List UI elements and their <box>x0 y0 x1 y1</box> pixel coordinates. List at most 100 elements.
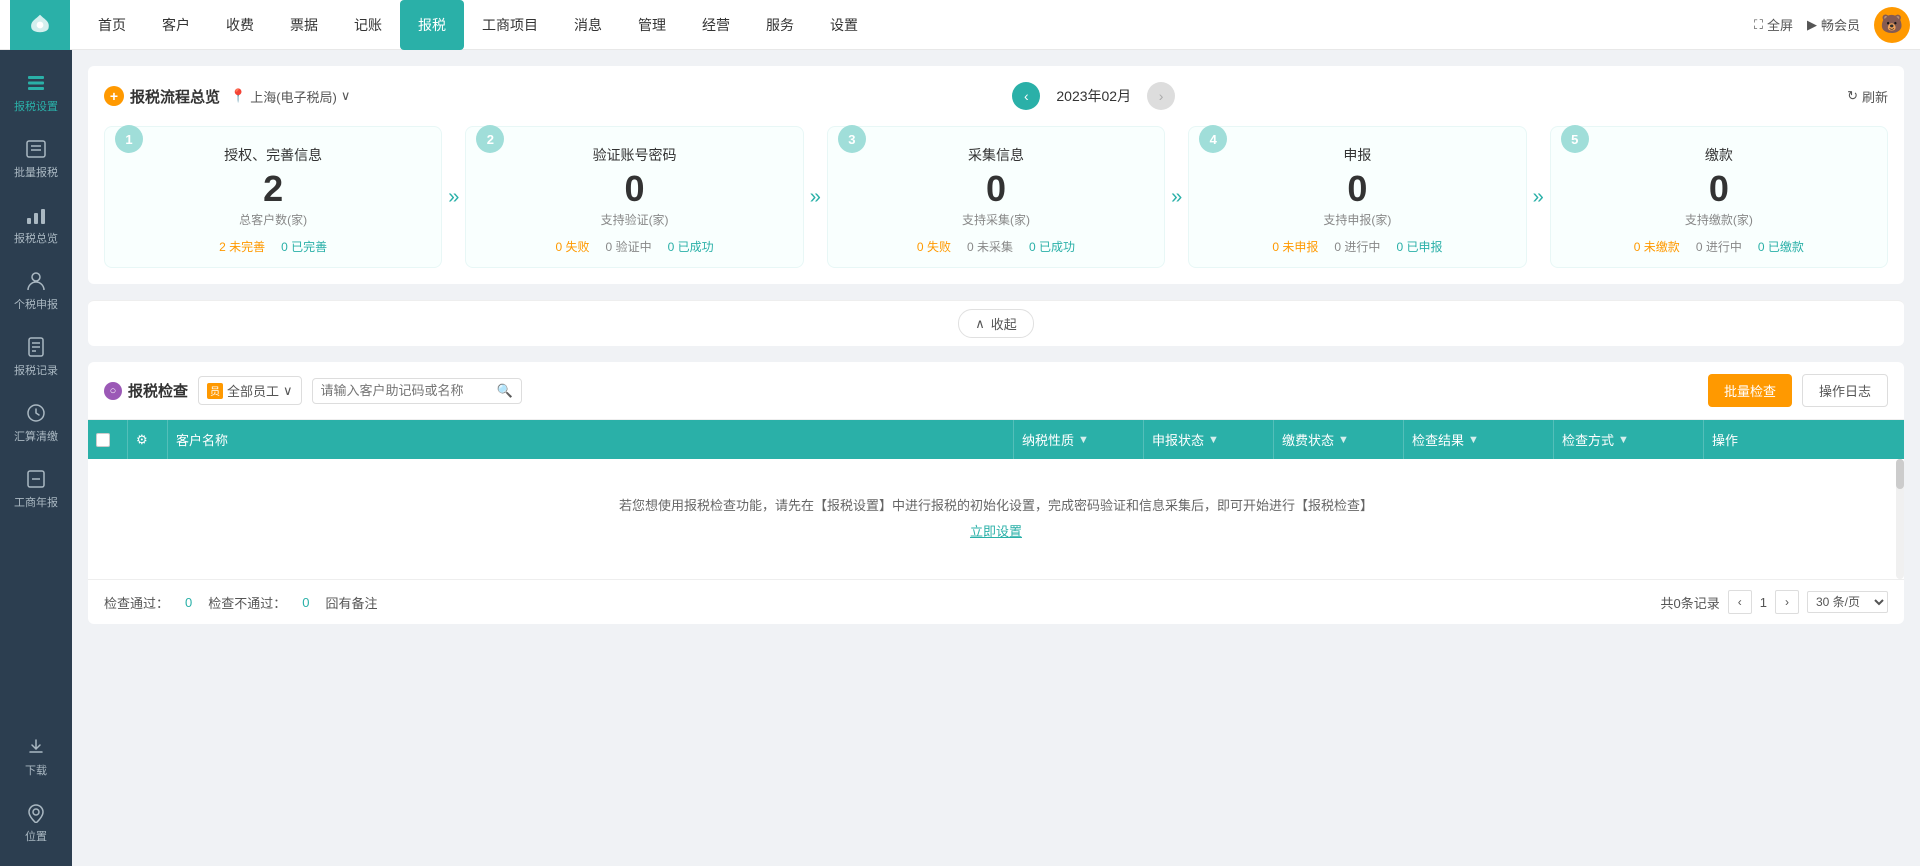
step-2-stat-ok[interactable]: 0 已成功 <box>668 238 714 255</box>
check-actions: 批量检查 操作日志 <box>1708 374 1888 407</box>
step-1-stat-fail[interactable]: 2 未完善 <box>219 238 265 255</box>
search-input[interactable] <box>321 383 491 398</box>
nav-manage[interactable]: 管理 <box>620 0 684 50</box>
step-stats-3: 0 失败 0 未采集 0 已成功 <box>917 238 1075 255</box>
sidebar-label-annual-settlement: 汇算清缴 <box>14 428 58 444</box>
setup-link[interactable]: 立即设置 <box>970 519 1022 545</box>
refresh-btn[interactable]: ↻ 刷新 <box>1847 87 1888 106</box>
arrow-1-2: » <box>442 126 465 268</box>
collapse-btn[interactable]: ∧ 收起 <box>958 309 1034 338</box>
scrollbar-thumb[interactable] <box>1896 459 1904 489</box>
main-layout: 报税设置 批量报税 报税总览 个税申报 报税记录 <box>0 50 1920 866</box>
prev-page-btn[interactable]: ‹ <box>1728 590 1752 614</box>
personal-tax-icon <box>25 270 47 292</box>
filter-icon-declare[interactable]: ▼ <box>1208 434 1219 446</box>
filter-icon-method[interactable]: ▼ <box>1618 434 1629 446</box>
step-1-stat-ok[interactable]: 0 已完善 <box>281 238 327 255</box>
nav-service[interactable]: 服务 <box>748 0 812 50</box>
overview-location[interactable]: 📍 上海(电子税局) ∨ <box>230 87 350 106</box>
search-box[interactable]: 🔍 <box>312 378 522 404</box>
step-4-stat-mid[interactable]: 0 进行中 <box>1334 238 1380 255</box>
nav-fee[interactable]: 收费 <box>208 0 272 50</box>
nav-customer[interactable]: 客户 <box>144 0 208 50</box>
overview-title: + 报税流程总览 <box>104 86 220 107</box>
footer-right: 共0条记录 ‹ 1 › 30 条/页50 条/页100 条/页 <box>1661 590 1888 614</box>
col-pay-status: 缴费状态 ▼ <box>1274 420 1404 459</box>
step-1-fail-label: 未完善 <box>229 240 265 254</box>
nav-settings[interactable]: 设置 <box>812 0 876 50</box>
col-checkbox[interactable] <box>88 420 128 459</box>
sidebar-item-personal-tax[interactable]: 个税申报 <box>0 258 72 324</box>
nav-bookkeeping[interactable]: 记账 <box>336 0 400 50</box>
next-page-btn[interactable]: › <box>1775 590 1799 614</box>
step-3-stat-ok[interactable]: 0 已成功 <box>1029 238 1075 255</box>
nav-tax[interactable]: 报税 <box>400 0 464 50</box>
mascot-icon[interactable]: 🐻 <box>1874 7 1910 43</box>
collapse-label: 收起 <box>991 314 1017 333</box>
overview-location-text: 上海(电子税局) <box>250 87 337 106</box>
table-footer: 检查通过： 0 检查不通过： 0 囧有备注 共0条记录 ‹ 1 › 30 条/页… <box>88 579 1904 624</box>
col-settings[interactable]: ⚙ <box>128 420 168 459</box>
col-check-result: 检查结果 ▼ <box>1404 420 1554 459</box>
filter-icon-tax[interactable]: ▼ <box>1078 434 1089 446</box>
download-icon <box>25 736 47 758</box>
step-number-3: 3 <box>838 125 866 153</box>
step-big-2: 0 <box>625 171 645 207</box>
sidebar-item-annual-settlement[interactable]: 汇算清缴 <box>0 390 72 456</box>
arrow-2-3: » <box>804 126 827 268</box>
step-card-1: 1 授权、完善信息 2 总客户数(家) 2 未完善 0 已完善 <box>104 126 442 268</box>
next-month-btn[interactable]: › <box>1147 82 1175 110</box>
step-4-stat-fail[interactable]: 0 未申报 <box>1272 238 1318 255</box>
per-page-select[interactable]: 30 条/页50 条/页100 条/页 <box>1807 591 1888 613</box>
vip-label: 畅会员 <box>1821 15 1860 34</box>
step-3-stat-mid[interactable]: 0 未采集 <box>967 238 1013 255</box>
step-title-3: 采集信息 <box>968 145 1024 165</box>
step-5-stat-mid[interactable]: 0 进行中 <box>1696 238 1742 255</box>
sidebar-item-tax-settings[interactable]: 报税设置 <box>0 60 72 126</box>
batch-check-btn[interactable]: 批量检查 <box>1708 374 1792 407</box>
step-sub-5: 支持缴款(家) <box>1685 211 1753 228</box>
filter-icon-result[interactable]: ▼ <box>1468 434 1479 446</box>
step-number-1: 1 <box>115 125 143 153</box>
step-5-stat-fail[interactable]: 0 未缴款 <box>1634 238 1680 255</box>
step-2-stat-fail[interactable]: 0 失败 <box>556 238 590 255</box>
app-logo[interactable] <box>10 0 70 50</box>
sidebar-bottom: 下载 位置 <box>0 724 72 866</box>
col-tax-label: 纳税性质 <box>1022 430 1074 449</box>
check-failed-value[interactable]: 0 <box>302 595 309 610</box>
prev-month-btn[interactable]: ‹ <box>1012 82 1040 110</box>
nav-business[interactable]: 工商项目 <box>464 0 556 50</box>
filter-icon-pay[interactable]: ▼ <box>1338 434 1349 446</box>
col-result-label: 检查结果 <box>1412 430 1464 449</box>
sidebar-item-tax-overview[interactable]: 报税总览 <box>0 192 72 258</box>
sidebar-label-personal-tax: 个税申报 <box>14 296 58 312</box>
vip-btn[interactable]: ▶ 畅会员 <box>1807 15 1860 34</box>
step-stats-1: 2 未完善 0 已完善 <box>219 238 327 255</box>
employee-select[interactable]: 员 全部员工 ∨ <box>198 376 302 405</box>
nav-operation[interactable]: 经营 <box>684 0 748 50</box>
step-4-stat-ok[interactable]: 0 已申报 <box>1396 238 1442 255</box>
check-passed-value[interactable]: 0 <box>185 595 192 610</box>
step-sub-4: 支持申报(家) <box>1323 211 1391 228</box>
nav-message[interactable]: 消息 <box>556 0 620 50</box>
step-3-stat-fail[interactable]: 0 失败 <box>917 238 951 255</box>
check-failed-label: 检查不通过： <box>208 593 286 612</box>
arrow-4-5: » <box>1527 126 1550 268</box>
step-5-stat-ok[interactable]: 0 已缴款 <box>1758 238 1804 255</box>
sidebar-item-tax-record[interactable]: 报税记录 <box>0 324 72 390</box>
sidebar-item-batch-tax[interactable]: 批量报税 <box>0 126 72 192</box>
sidebar-item-annual-report[interactable]: 工商年报 <box>0 456 72 522</box>
fullscreen-btn[interactable]: ⛶ 全屏 <box>1754 15 1793 34</box>
nav-home[interactable]: 首页 <box>80 0 144 50</box>
operation-log-btn[interactable]: 操作日志 <box>1802 374 1888 407</box>
sidebar-item-location[interactable]: 位置 <box>0 790 72 856</box>
month-label: 2023年02月 <box>1056 86 1131 106</box>
sidebar-item-download[interactable]: 下载 <box>0 724 72 790</box>
check-passed-label: 检查通过： <box>104 593 169 612</box>
header-checkbox[interactable] <box>96 433 110 447</box>
nav-invoice[interactable]: 票据 <box>272 0 336 50</box>
step-2-stat-mid[interactable]: 0 验证中 <box>606 238 652 255</box>
step-big-1: 2 <box>263 171 283 207</box>
note-label: 囧有备注 <box>326 593 378 612</box>
fullscreen-label: 全屏 <box>1767 15 1793 34</box>
